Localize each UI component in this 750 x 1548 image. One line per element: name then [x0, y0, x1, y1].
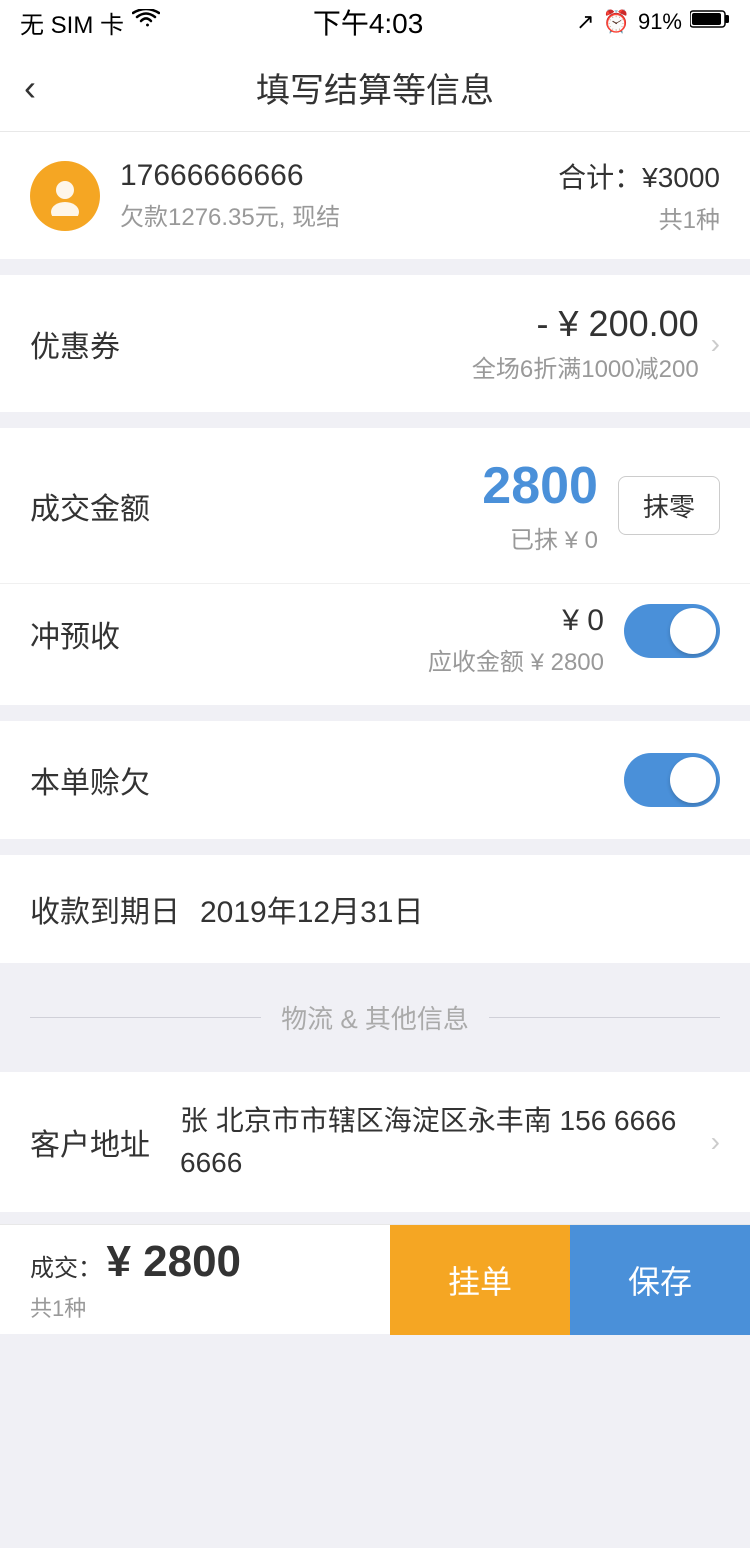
prepay-amount: ¥ 0	[428, 604, 604, 638]
user-right: 合计：¥3000 共1种	[558, 156, 720, 235]
save-button[interactable]: 保存	[570, 1225, 750, 1335]
sim-label: 无 SIM 卡	[20, 5, 124, 40]
user-total: 合计：¥3000	[558, 156, 720, 196]
user-debt: 欠款1276.35元, 现结	[120, 197, 340, 232]
user-info-row: 17666666666 欠款1276.35元, 现结 合计：¥3000 共1种	[0, 132, 750, 259]
prepay-toggle[interactable]	[624, 604, 720, 658]
prepay-row: 冲预收 ¥ 0 应收金额 ¥ 2800	[0, 583, 750, 705]
user-left: 17666666666 欠款1276.35元, 现结	[30, 159, 340, 232]
prepay-values: ¥ 0 应收金额 ¥ 2800	[428, 604, 604, 677]
address-value: 张 北京市市辖区海淀区永丰南 156 6666 6666	[180, 1100, 711, 1184]
prepay-label: 冲预收	[30, 604, 120, 656]
coupon-right: - ¥ 200.00 全场6折满1000减200 ›	[472, 303, 720, 384]
amount-section: 成交金额 2800 已抹 ¥ 0 抹零 冲预收 ¥ 0 应收金额 ¥ 2800	[0, 428, 750, 705]
prepay-right: ¥ 0 应收金额 ¥ 2800	[428, 604, 720, 677]
address-chevron-icon: ›	[711, 1126, 720, 1158]
wifi-icon	[132, 8, 160, 36]
amount-label: 成交金额	[30, 484, 150, 528]
bottom-count: 共1种	[30, 1291, 360, 1323]
due-date-row: 收款到期日 2019年12月31日	[0, 855, 750, 963]
due-date-label: 收款到期日	[30, 887, 180, 931]
bottom-amount: ¥ 2800	[106, 1237, 241, 1286]
location-icon: ↗	[576, 9, 594, 35]
user-count: 共1种	[558, 200, 720, 235]
coupon-info: - ¥ 200.00 全场6折满1000减200	[472, 303, 699, 384]
due-date-value: 2019年12月31日	[200, 887, 423, 931]
coupon-discount: - ¥ 200.00	[472, 303, 699, 345]
status-left: 无 SIM 卡	[20, 5, 160, 40]
coupon-row[interactable]: 优惠券 - ¥ 200.00 全场6折满1000减200 ›	[0, 275, 750, 412]
debit-row: 本单赊欠	[0, 721, 750, 839]
battery-icon	[690, 9, 730, 35]
status-right: ↗ ⏰ 91%	[576, 9, 730, 35]
alarm-icon: ⏰	[603, 9, 630, 35]
amount-right: 2800 已抹 ¥ 0 抹零	[482, 456, 720, 555]
coupon-label: 优惠券	[30, 322, 120, 366]
bottom-deal-label: 成交：	[30, 1255, 102, 1282]
user-details: 17666666666 欠款1276.35元, 现结	[120, 159, 340, 232]
debit-toggle[interactable]	[624, 753, 720, 807]
status-time: 下午4:03	[313, 2, 424, 42]
status-bar: 无 SIM 卡 下午4:03 ↗ ⏰ 91%	[0, 0, 750, 44]
divider-line-right	[489, 1017, 720, 1018]
chevron-right-icon: ›	[711, 328, 720, 360]
coupon-desc: 全场6折满1000减200	[472, 349, 699, 384]
hang-button[interactable]: 挂单	[390, 1225, 570, 1335]
battery-label: 91%	[638, 9, 682, 35]
back-button[interactable]: ‹	[24, 67, 36, 109]
toggle-knob	[670, 608, 716, 654]
avatar	[30, 161, 100, 231]
divider-line-left	[30, 1017, 261, 1018]
bottom-summary: 成交： ¥ 2800 共1种	[0, 1237, 390, 1323]
address-label: 客户地址	[30, 1120, 150, 1164]
amount-value: 2800	[482, 456, 598, 516]
debit-toggle-knob	[670, 757, 716, 803]
amount-sub: 已抹 ¥ 0	[482, 520, 598, 555]
debit-label: 本单赊欠	[30, 758, 150, 802]
section-divider: 物流 & 其他信息	[0, 979, 750, 1056]
page-title: 填写结算等信息	[256, 63, 494, 112]
divider-text: 物流 & 其他信息	[261, 999, 489, 1036]
bottom-bar: 成交： ¥ 2800 共1种 挂单 保存	[0, 1224, 750, 1334]
address-row[interactable]: 客户地址 张 北京市市辖区海淀区永丰南 156 6666 6666 ›	[0, 1072, 750, 1212]
nav-bar: ‹ 填写结算等信息	[0, 44, 750, 132]
prepay-sub: 应收金额 ¥ 2800	[428, 642, 604, 677]
content: 17666666666 欠款1276.35元, 现结 合计：¥3000 共1种 …	[0, 132, 750, 1548]
round-zero-button[interactable]: 抹零	[618, 476, 720, 535]
user-phone: 17666666666	[120, 159, 340, 193]
amount-row: 成交金额 2800 已抹 ¥ 0 抹零	[0, 428, 750, 583]
amount-info: 2800 已抹 ¥ 0	[482, 456, 598, 555]
bottom-deal-line: 成交： ¥ 2800	[30, 1237, 360, 1287]
